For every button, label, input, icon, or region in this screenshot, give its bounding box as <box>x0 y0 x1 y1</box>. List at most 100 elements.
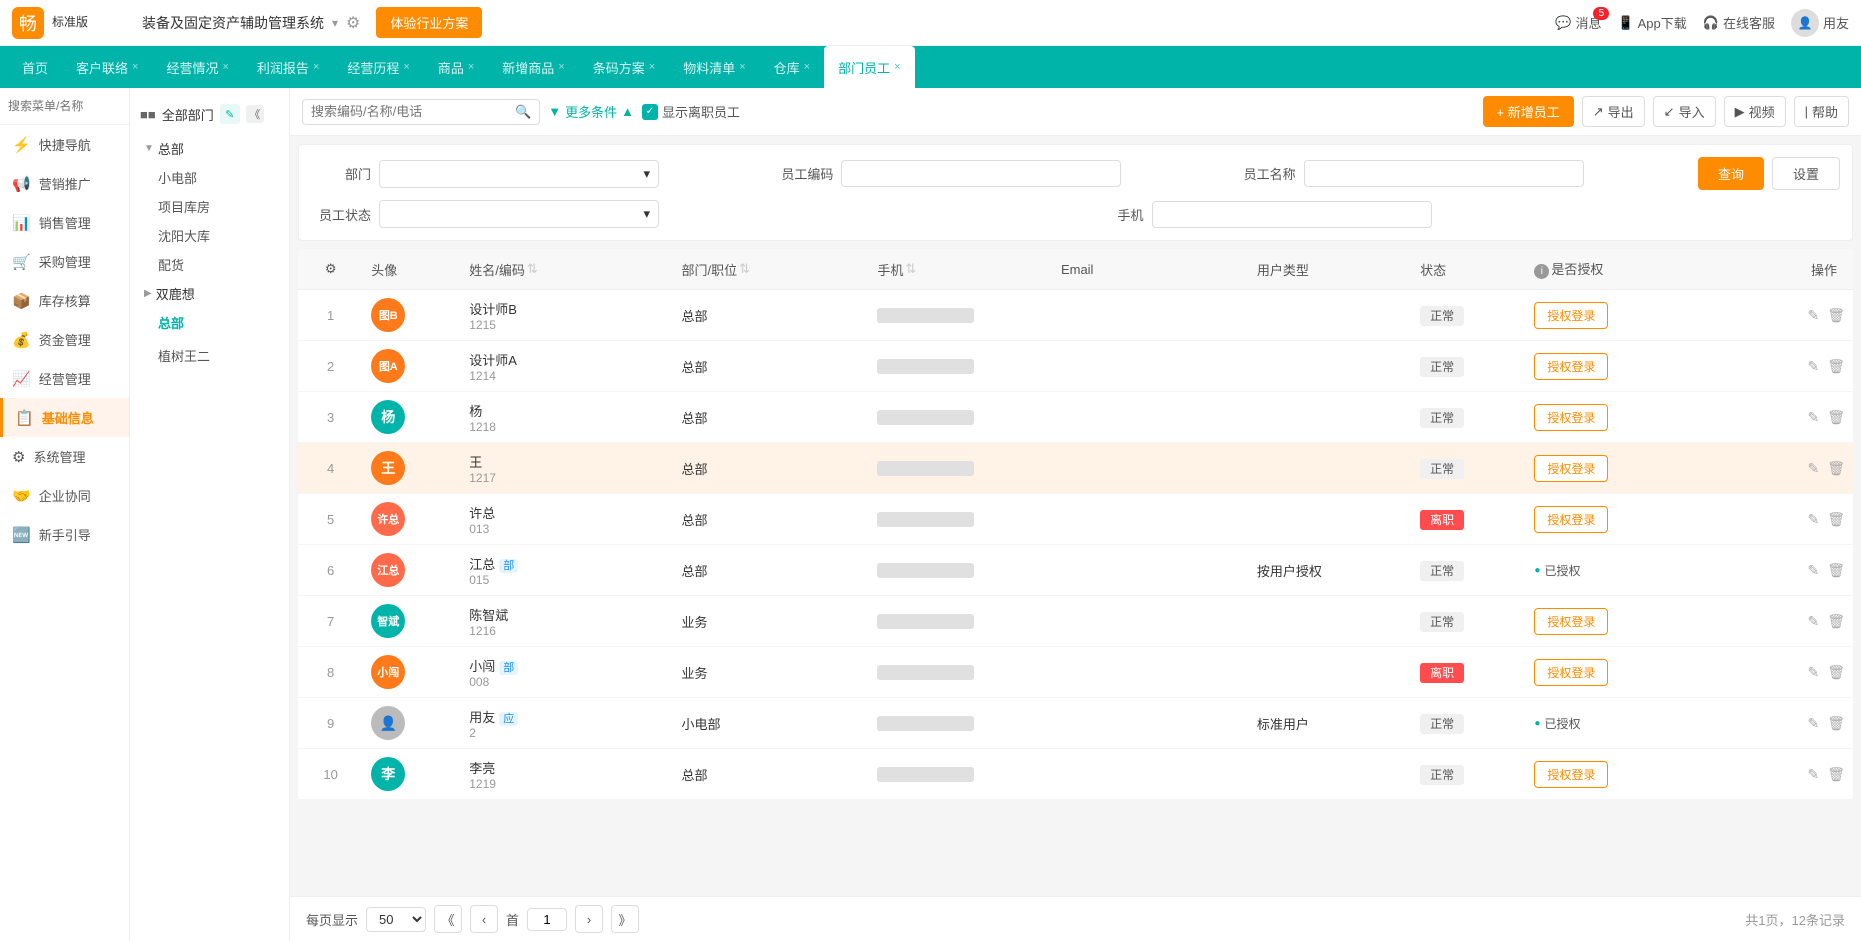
export-button[interactable]: ↗ 导出 <box>1582 96 1645 127</box>
dept-collapse-btn[interactable]: 《 <box>246 105 264 123</box>
delete-icon[interactable]: 🗑 <box>1827 664 1845 681</box>
emp-status-select[interactable]: ▾ <box>379 200 659 228</box>
th-phone[interactable]: 手机 ⇅ <box>869 249 1053 290</box>
delete-icon[interactable]: 🗑 <box>1827 460 1845 477</box>
close-barcode-tab[interactable]: × <box>649 61 655 73</box>
edit-icon[interactable]: ✎ <box>1807 715 1819 732</box>
auth-login-button[interactable]: 授权登录 <box>1534 761 1608 788</box>
th-dept[interactable]: 部门/职位 ⇅ <box>673 249 869 290</box>
system-dropdown-icon[interactable]: ▾ <box>332 16 338 30</box>
close-customer-tab[interactable]: × <box>132 61 138 73</box>
dept-item-small-elec[interactable]: 小电部 <box>130 163 289 192</box>
edit-icon[interactable]: ✎ <box>1807 664 1819 681</box>
page-size-select[interactable]: 50 100 <box>366 907 426 932</box>
import-button[interactable]: ↙ 导入 <box>1653 96 1716 127</box>
close-profit-tab[interactable]: × <box>313 61 319 73</box>
emp-name-input[interactable] <box>1304 160 1584 187</box>
auth-login-button[interactable]: 授权登录 <box>1534 608 1608 635</box>
tab-customer[interactable]: 客户联络 × <box>62 46 152 88</box>
cell-auth[interactable]: 授权登录 <box>1526 494 1722 545</box>
close-add-product-tab[interactable]: × <box>558 61 564 73</box>
dept-group-title-shuanglu[interactable]: ▶ 双鹿想 <box>130 279 289 308</box>
close-operation-tab[interactable]: × <box>222 61 228 73</box>
delete-icon[interactable]: 🗑 <box>1827 562 1845 579</box>
more-conditions-btn[interactable]: ▼ 更多条件 ▲ <box>548 102 634 121</box>
auth-login-button[interactable]: 授权登录 <box>1534 353 1608 380</box>
phone-input[interactable] <box>1152 201 1432 228</box>
sidebar-search-input[interactable] <box>8 99 130 113</box>
sidebar-item-system[interactable]: ⚙ 系统管理 <box>0 437 129 476</box>
cell-auth[interactable]: 授权登录 <box>1526 749 1722 800</box>
tab-bom[interactable]: 物料清单 × <box>669 46 759 88</box>
tab-profit[interactable]: 利润报告 × <box>243 46 333 88</box>
edit-icon[interactable]: ✎ <box>1807 562 1819 579</box>
sidebar-item-finance[interactable]: 💰 资金管理 <box>0 320 129 359</box>
edit-icon[interactable]: ✎ <box>1807 358 1819 375</box>
sidebar-item-marketing[interactable]: 📢 营销推广 <box>0 164 129 203</box>
sidebar-item-purchase[interactable]: 🛒 采购管理 <box>0 242 129 281</box>
first-page-btn[interactable]: 《 <box>434 905 462 933</box>
tab-employees[interactable]: 部门员工 × <box>824 46 914 88</box>
set-button[interactable]: 设置 <box>1772 157 1840 190</box>
settings-icon[interactable]: ⚙ <box>346 13 360 33</box>
tab-warehouse[interactable]: 仓库 × <box>760 46 824 88</box>
trial-button[interactable]: 体验行业方案 <box>376 7 482 38</box>
auth-login-button[interactable]: 授权登录 <box>1534 455 1608 482</box>
show-offline-toggle[interactable]: ✓ 显示离职员工 <box>642 102 740 121</box>
auth-login-button[interactable]: 授权登录 <box>1534 302 1608 329</box>
sidebar-search[interactable]: 🔍 <box>0 88 129 125</box>
auth-login-button[interactable]: 授权登录 <box>1534 659 1608 686</box>
auth-login-button[interactable]: 授权登录 <box>1534 404 1608 431</box>
close-warehouse-tab[interactable]: × <box>804 61 810 73</box>
dept-group-title-hq[interactable]: ▼ 总部 <box>130 134 289 163</box>
dept-item-project-store[interactable]: 项目库房 <box>130 192 289 221</box>
delete-icon[interactable]: 🗑 <box>1827 715 1845 732</box>
tab-home[interactable]: 首页 <box>8 46 62 88</box>
edit-icon[interactable]: ✎ <box>1807 766 1819 783</box>
dept-item-extra[interactable]: 植树王二 <box>130 341 289 370</box>
message-button[interactable]: 💬 消息 5 <box>1555 13 1601 32</box>
delete-icon[interactable]: 🗑 <box>1827 409 1845 426</box>
sidebar-item-guide[interactable]: 🆕 新手引导 <box>0 515 129 554</box>
emp-code-input[interactable] <box>841 160 1121 187</box>
sidebar-item-cooperation[interactable]: 🤝 企业协同 <box>0 476 129 515</box>
page-number-input[interactable] <box>527 908 567 931</box>
sidebar-item-sales[interactable]: 📊 销售管理 <box>0 203 129 242</box>
dept-item-hq[interactable]: 总部 <box>130 308 289 337</box>
cell-auth[interactable]: 授权登录 <box>1526 647 1722 698</box>
delete-icon[interactable]: 🗑 <box>1827 307 1845 324</box>
close-history-tab[interactable]: × <box>403 61 409 73</box>
edit-icon[interactable]: ✎ <box>1807 409 1819 426</box>
auth-login-button[interactable]: 授权登录 <box>1534 506 1608 533</box>
dept-select[interactable]: ▾ <box>379 160 659 188</box>
edit-icon[interactable]: ✎ <box>1807 460 1819 477</box>
dept-item-distribution[interactable]: 配货 <box>130 250 289 279</box>
tab-barcode[interactable]: 条码方案 × <box>579 46 669 88</box>
user-menu[interactable]: 👤 用友 <box>1791 9 1849 37</box>
next-page-btn[interactable]: › <box>575 905 603 933</box>
delete-icon[interactable]: 🗑 <box>1827 511 1845 528</box>
delete-icon[interactable]: 🗑 <box>1827 766 1845 783</box>
sidebar-item-basic-info[interactable]: 📋 基础信息 <box>0 398 129 437</box>
tab-add-product[interactable]: 新增商品 × <box>488 46 578 88</box>
cell-auth[interactable]: 授权登录 <box>1526 290 1722 341</box>
cell-auth[interactable]: 授权登录 <box>1526 392 1722 443</box>
tab-history[interactable]: 经营历程 × <box>333 46 423 88</box>
online-service-button[interactable]: 🎧 在线客服 <box>1703 13 1775 32</box>
edit-icon[interactable]: ✎ <box>1807 613 1819 630</box>
cell-auth[interactable]: 授权登录 <box>1526 443 1722 494</box>
show-offline-checkbox[interactable]: ✓ <box>642 104 658 120</box>
tab-operation[interactable]: 经营情况 × <box>152 46 242 88</box>
help-button[interactable]: | 帮助 <box>1794 96 1849 127</box>
th-settings[interactable]: ⚙ <box>298 249 363 290</box>
search-input[interactable] <box>311 104 511 119</box>
close-employees-tab[interactable]: × <box>894 61 900 73</box>
add-employee-button[interactable]: + 新增员工 <box>1483 96 1574 127</box>
view-button[interactable]: ▶ 视频 <box>1724 96 1786 127</box>
edit-icon[interactable]: ✎ <box>1807 511 1819 528</box>
prev-page-btn[interactable]: ‹ <box>470 905 498 933</box>
sidebar-item-management[interactable]: 📈 经营管理 <box>0 359 129 398</box>
cell-auth[interactable]: 授权登录 <box>1526 596 1722 647</box>
sidebar-item-inventory[interactable]: 📦 库存核算 <box>0 281 129 320</box>
close-bom-tab[interactable]: × <box>739 61 745 73</box>
